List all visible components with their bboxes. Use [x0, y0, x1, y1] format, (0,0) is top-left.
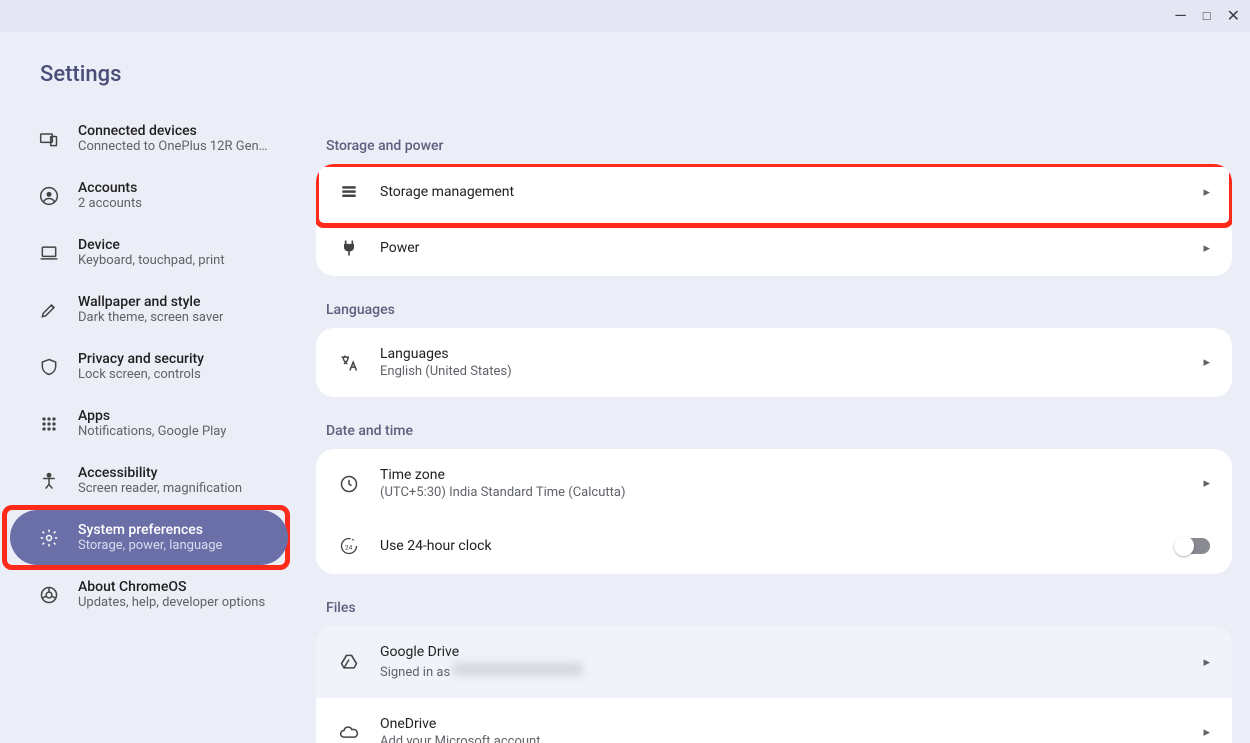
window-controls: — □ ✕	[1174, 6, 1240, 25]
sidebar-item-label: Accounts	[78, 180, 142, 196]
sidebar-item-accessibility[interactable]: Accessibility Screen reader, magnificati…	[10, 453, 288, 508]
row-label: Languages	[380, 346, 1183, 362]
sidebar-item-about[interactable]: About ChromeOS Updates, help, developer …	[10, 567, 288, 622]
row-power[interactable]: Power ▸	[316, 220, 1232, 276]
sidebar-item-sublabel: Storage, power, language	[78, 538, 222, 553]
row-languages[interactable]: Languages English (United States) ▸	[316, 328, 1232, 397]
datetime-card: Time zone (UTC+5:30) India Standard Time…	[316, 449, 1232, 574]
sidebar-item-sublabel: Lock screen, controls	[78, 367, 204, 382]
sidebar-item-sublabel: Connected to OnePlus 12R Gens...	[78, 139, 272, 154]
sidebar-item-label: Accessibility	[78, 465, 242, 481]
section-label-storage: Storage and power	[316, 126, 1232, 164]
row-sublabel: Add your Microsoft account	[380, 734, 1183, 743]
shield-icon	[38, 357, 60, 377]
sidebar-item-sublabel: Keyboard, touchpad, print	[78, 253, 225, 268]
content-pane: Storage and power Storage management ▸ P…	[300, 32, 1250, 743]
sidebar-item-label: Privacy and security	[78, 351, 204, 367]
app-frame: Settings Connected devices Connected to …	[0, 32, 1250, 743]
sidebar-item-sublabel: 2 accounts	[78, 196, 142, 211]
sidebar-item-privacy[interactable]: Privacy and security Lock screen, contro…	[10, 339, 288, 394]
row-sublabel: English (United States)	[380, 364, 1183, 379]
storage-card: Storage management ▸ Power ▸	[316, 164, 1232, 276]
row-label: Power	[380, 240, 1183, 256]
row-label: Use 24-hour clock	[380, 538, 1156, 554]
maximize-button[interactable]: □	[1203, 8, 1211, 24]
devices-icon	[38, 129, 60, 149]
chevron-right-icon: ▸	[1203, 185, 1210, 200]
sidebar-item-label: System preferences	[78, 522, 222, 538]
row-label: Google Drive	[380, 644, 1183, 660]
section-label-files: Files	[316, 588, 1232, 626]
sidebar-item-label: About ChromeOS	[78, 579, 265, 595]
sidebar-title: Settings	[0, 50, 300, 111]
gear-icon	[38, 528, 60, 548]
onedrive-icon	[338, 723, 360, 743]
chevron-right-icon: ▸	[1203, 476, 1210, 491]
chevron-right-icon: ▸	[1203, 355, 1210, 370]
apps-icon	[38, 414, 60, 434]
row-google-drive[interactable]: Google Drive Signed in as ▸	[316, 626, 1232, 698]
section-label-datetime: Date and time	[316, 411, 1232, 449]
sidebar-item-device[interactable]: Device Keyboard, touchpad, print	[10, 225, 288, 280]
row-sublabel: (UTC+5:30) India Standard Time (Calcutta…	[380, 485, 1183, 500]
sidebar-item-accounts[interactable]: Accounts 2 accounts	[10, 168, 288, 223]
row-sublabel: Signed in as	[380, 662, 1183, 680]
laptop-icon	[38, 243, 60, 263]
languages-card: Languages English (United States) ▸	[316, 328, 1232, 397]
row-label: Time zone	[380, 467, 1183, 483]
row-24h-clock[interactable]: 24 Use 24-hour clock	[316, 518, 1232, 574]
sidebar-item-wallpaper[interactable]: Wallpaper and style Dark theme, screen s…	[10, 282, 288, 337]
sidebar-item-sublabel: Dark theme, screen saver	[78, 310, 223, 325]
sidebar-item-system-preferences[interactable]: System preferences Storage, power, langu…	[10, 510, 288, 565]
close-button[interactable]: ✕	[1227, 6, 1240, 25]
chrome-icon	[38, 585, 60, 605]
row-onedrive[interactable]: OneDrive Add your Microsoft account ▸	[316, 698, 1232, 743]
google-drive-icon	[338, 652, 360, 672]
chevron-right-icon: ▸	[1203, 241, 1210, 256]
account-icon	[38, 186, 60, 206]
files-card: Google Drive Signed in as ▸ OneDrive Add…	[316, 626, 1232, 743]
sidebar-item-sublabel: Notifications, Google Play	[78, 424, 226, 439]
row-label: OneDrive	[380, 716, 1183, 732]
accessibility-icon	[38, 471, 60, 491]
row-label: Storage management	[380, 184, 1183, 200]
sidebar: Settings Connected devices Connected to …	[0, 32, 300, 743]
storage-icon	[338, 182, 360, 202]
row-timezone[interactable]: Time zone (UTC+5:30) India Standard Time…	[316, 449, 1232, 518]
sidebar-item-connected-devices[interactable]: Connected devices Connected to OnePlus 1…	[10, 111, 288, 166]
clock-24-icon: 24	[338, 536, 360, 556]
sidebar-item-apps[interactable]: Apps Notifications, Google Play	[10, 396, 288, 451]
brush-icon	[38, 300, 60, 320]
sidebar-item-sublabel: Updates, help, developer options	[78, 595, 265, 610]
sidebar-item-label: Apps	[78, 408, 226, 424]
sidebar-item-label: Wallpaper and style	[78, 294, 223, 310]
section-label-languages: Languages	[316, 290, 1232, 328]
sidebar-nav: Connected devices Connected to OnePlus 1…	[0, 111, 300, 622]
clock-icon	[338, 474, 360, 494]
redacted-email	[453, 662, 583, 676]
chevron-right-icon: ▸	[1203, 655, 1210, 670]
toggle-24h-clock[interactable]	[1176, 538, 1210, 554]
power-plug-icon	[338, 238, 360, 258]
chevron-right-icon: ▸	[1203, 725, 1210, 740]
sidebar-item-sublabel: Screen reader, magnification	[78, 481, 242, 496]
minimize-button[interactable]: —	[1174, 6, 1187, 25]
translate-icon	[338, 353, 360, 373]
sidebar-item-label: Connected devices	[78, 123, 272, 139]
sidebar-item-label: Device	[78, 237, 225, 253]
svg-text:24: 24	[345, 543, 353, 551]
row-storage-management[interactable]: Storage management ▸	[316, 164, 1232, 220]
